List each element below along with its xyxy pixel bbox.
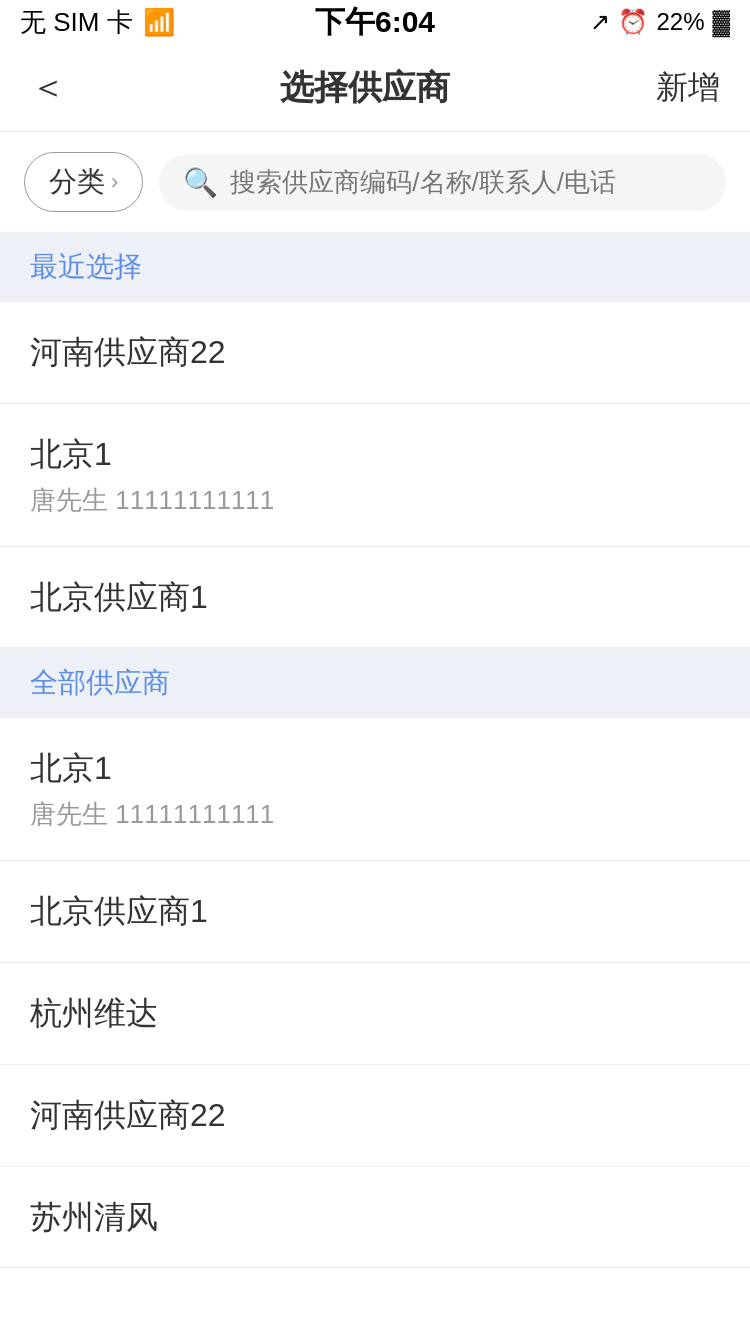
- list-item[interactable]: 北京1 唐先生 11111111111: [0, 404, 750, 547]
- battery-icon: ▓: [713, 8, 731, 36]
- item-name: 北京供应商1: [30, 889, 720, 934]
- item-name: 河南供应商22: [30, 1093, 720, 1138]
- recent-items-list: 河南供应商22 北京1 唐先生 11111111111 北京供应商1: [0, 302, 750, 648]
- item-name: 北京供应商1: [30, 575, 720, 620]
- all-items-list: 北京1 唐先生 11111111111 北京供应商1 杭州维达 河南供应商22 …: [0, 718, 750, 1268]
- search-box: 🔍: [159, 154, 726, 211]
- status-right: ↗ ⏰ 22% ▓: [590, 8, 730, 36]
- list-item[interactable]: 河南供应商22: [0, 1065, 750, 1167]
- back-button[interactable]: ＜: [30, 63, 90, 112]
- filter-row: 分类 › 🔍: [0, 132, 750, 232]
- wifi-icon: 📶: [143, 7, 175, 38]
- item-name: 杭州维达: [30, 991, 720, 1036]
- item-name: 北京1: [30, 746, 720, 791]
- nav-bar: ＜ 选择供应商 新增: [0, 44, 750, 132]
- list-item[interactable]: 北京1 唐先生 11111111111: [0, 718, 750, 861]
- category-button[interactable]: 分类 ›: [24, 152, 143, 212]
- all-section-label: 全部供应商: [30, 667, 170, 698]
- all-section-header: 全部供应商: [0, 648, 750, 718]
- item-sub: 唐先生 11111111111: [30, 483, 720, 518]
- location-icon: ↗: [590, 8, 610, 36]
- search-icon: 🔍: [183, 166, 218, 199]
- list-item[interactable]: 河南供应商22: [0, 302, 750, 404]
- recent-section-label: 最近选择: [30, 251, 142, 282]
- alarm-icon: ⏰: [618, 8, 648, 36]
- item-name: 北京1: [30, 432, 720, 477]
- list-item[interactable]: 北京供应商1: [0, 547, 750, 649]
- new-action-button[interactable]: 新增: [640, 66, 720, 110]
- page-title: 选择供应商: [90, 65, 640, 111]
- list-item[interactable]: 北京供应商1: [0, 861, 750, 963]
- item-sub: 唐先生 11111111111: [30, 797, 720, 832]
- status-time: 下午6:04: [315, 2, 435, 43]
- item-name: 苏州清风: [30, 1195, 720, 1240]
- battery-label: 22%: [656, 8, 704, 36]
- recent-section-header: 最近选择: [0, 232, 750, 302]
- chevron-right-icon: ›: [111, 169, 118, 195]
- sim-label: 无 SIM 卡: [20, 5, 133, 40]
- list-item[interactable]: 杭州维达: [0, 963, 750, 1065]
- status-left: 无 SIM 卡 📶: [20, 5, 175, 40]
- search-input[interactable]: [230, 167, 702, 198]
- item-name: 河南供应商22: [30, 330, 720, 375]
- list-item[interactable]: 苏州清风: [0, 1167, 750, 1269]
- status-bar: 无 SIM 卡 📶 下午6:04 ↗ ⏰ 22% ▓: [0, 0, 750, 44]
- category-label: 分类: [49, 163, 105, 201]
